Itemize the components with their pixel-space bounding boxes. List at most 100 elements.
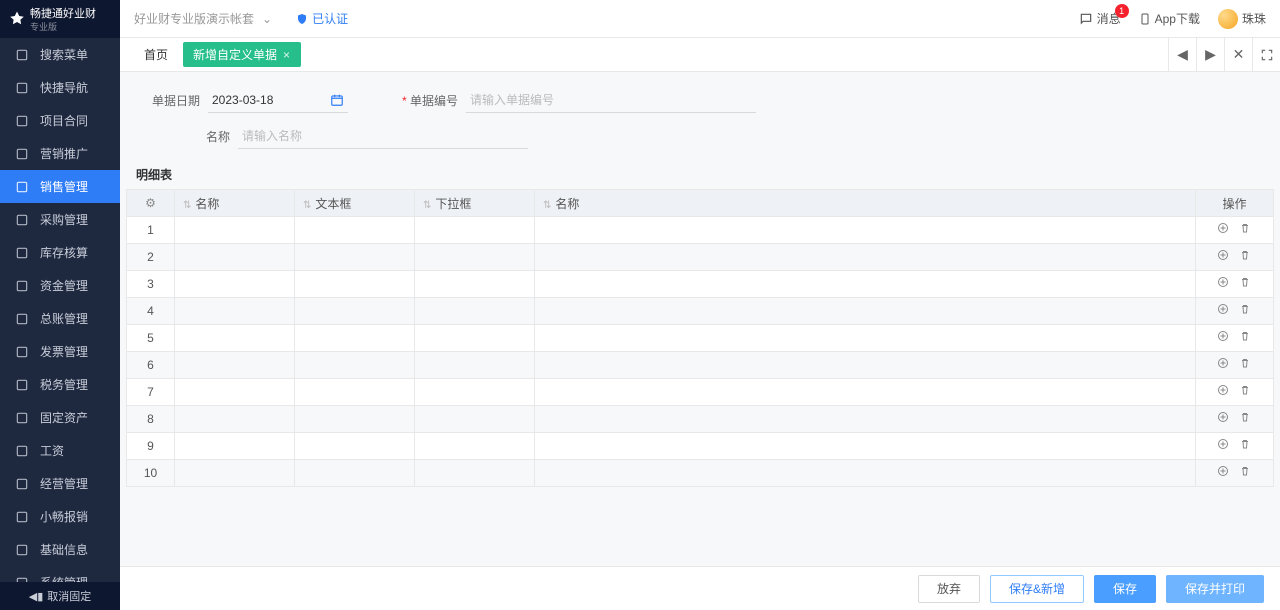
delete-row-icon[interactable] [1239, 357, 1253, 371]
delete-row-icon[interactable] [1239, 411, 1253, 425]
col-name2[interactable]: ⇅名称 [535, 190, 1196, 217]
cell-textbox[interactable] [295, 271, 415, 298]
sidebar-item-16[interactable]: 系统管理 [0, 566, 120, 582]
cell-dropdown[interactable] [415, 217, 535, 244]
cell-dropdown[interactable] [415, 298, 535, 325]
sidebar-item-6[interactable]: 库存核算 [0, 236, 120, 269]
name-input[interactable] [238, 123, 528, 149]
cell-dropdown[interactable] [415, 406, 535, 433]
delete-row-icon[interactable] [1239, 465, 1253, 479]
save-button[interactable]: 保存 [1094, 575, 1156, 603]
sidebar-item-5[interactable]: 采购管理 [0, 203, 120, 236]
cell-name2[interactable] [535, 433, 1196, 460]
sidebar-toggle-pin[interactable]: ◀▮ 取消固定 [0, 582, 120, 610]
table-row[interactable]: 4 [127, 298, 1274, 325]
add-row-icon[interactable] [1217, 330, 1231, 344]
save-and-new-button[interactable]: 保存&新增 [990, 575, 1084, 603]
cell-name2[interactable] [535, 352, 1196, 379]
add-row-icon[interactable] [1217, 276, 1231, 290]
cell-name2[interactable] [535, 217, 1196, 244]
add-row-icon[interactable] [1217, 384, 1231, 398]
user-menu[interactable]: 珠珠 [1218, 9, 1266, 29]
cell-name1[interactable] [175, 217, 295, 244]
table-row[interactable]: 7 [127, 379, 1274, 406]
add-row-icon[interactable] [1217, 249, 1231, 263]
cell-name2[interactable] [535, 406, 1196, 433]
sidebar-item-14[interactable]: 小畅报销 [0, 500, 120, 533]
delete-row-icon[interactable] [1239, 249, 1253, 263]
cell-textbox[interactable] [295, 352, 415, 379]
cell-dropdown[interactable] [415, 352, 535, 379]
cell-textbox[interactable] [295, 406, 415, 433]
add-row-icon[interactable] [1217, 303, 1231, 317]
date-input[interactable]: 2023-03-18 [208, 87, 348, 113]
sidebar-item-15[interactable]: 基础信息 [0, 533, 120, 566]
cell-dropdown[interactable] [415, 244, 535, 271]
col-textbox[interactable]: ⇅文本框 [295, 190, 415, 217]
add-row-icon[interactable] [1217, 465, 1231, 479]
tab-next-button[interactable]: ▶ [1196, 38, 1224, 72]
tab-close-all-button[interactable]: ✕ [1224, 38, 1252, 72]
cell-name1[interactable] [175, 460, 295, 487]
cell-name2[interactable] [535, 271, 1196, 298]
no-input[interactable] [466, 87, 756, 113]
cell-dropdown[interactable] [415, 460, 535, 487]
cell-name1[interactable] [175, 433, 295, 460]
sidebar-item-2[interactable]: 项目合同 [0, 104, 120, 137]
table-row[interactable]: 2 [127, 244, 1274, 271]
cell-textbox[interactable] [295, 325, 415, 352]
delete-row-icon[interactable] [1239, 276, 1253, 290]
table-row[interactable]: 6 [127, 352, 1274, 379]
cell-name2[interactable] [535, 298, 1196, 325]
cell-textbox[interactable] [295, 217, 415, 244]
sidebar-item-0[interactable]: 搜索菜单 [0, 38, 120, 71]
cell-name1[interactable] [175, 406, 295, 433]
table-row[interactable]: 8 [127, 406, 1274, 433]
cell-textbox[interactable] [295, 433, 415, 460]
col-name1[interactable]: ⇅名称 [175, 190, 295, 217]
app-download-button[interactable]: App下载 [1139, 10, 1200, 27]
sidebar-item-9[interactable]: 发票管理 [0, 335, 120, 368]
cell-textbox[interactable] [295, 244, 415, 271]
tab-prev-button[interactable]: ◀ [1168, 38, 1196, 72]
cell-name1[interactable] [175, 244, 295, 271]
delete-row-icon[interactable] [1239, 330, 1253, 344]
sidebar-item-3[interactable]: 营销推广 [0, 137, 120, 170]
sidebar-item-4[interactable]: 销售管理 [0, 170, 120, 203]
tab-home[interactable]: 首页 [130, 38, 183, 71]
add-row-icon[interactable] [1217, 438, 1231, 452]
add-row-icon[interactable] [1217, 411, 1231, 425]
add-row-icon[interactable] [1217, 222, 1231, 236]
sidebar-item-13[interactable]: 经营管理 [0, 467, 120, 500]
table-row[interactable]: 5 [127, 325, 1274, 352]
cell-dropdown[interactable] [415, 433, 535, 460]
cell-name1[interactable] [175, 298, 295, 325]
cell-name2[interactable] [535, 460, 1196, 487]
table-row[interactable]: 1 [127, 217, 1274, 244]
cell-name1[interactable] [175, 325, 295, 352]
cell-dropdown[interactable] [415, 379, 535, 406]
cell-textbox[interactable] [295, 298, 415, 325]
cell-name1[interactable] [175, 271, 295, 298]
fullscreen-button[interactable] [1252, 38, 1280, 72]
sidebar-item-1[interactable]: 快捷导航 [0, 71, 120, 104]
close-icon[interactable]: × [283, 48, 290, 62]
sidebar-item-7[interactable]: 资金管理 [0, 269, 120, 302]
cell-name1[interactable] [175, 352, 295, 379]
sidebar-item-12[interactable]: 工资 [0, 434, 120, 467]
cell-dropdown[interactable] [415, 271, 535, 298]
tab-new-form[interactable]: 新增自定义单据 × [183, 42, 301, 67]
delete-row-icon[interactable] [1239, 384, 1253, 398]
table-row[interactable]: 10 [127, 460, 1274, 487]
table-row[interactable]: 9 [127, 433, 1274, 460]
save-and-print-button[interactable]: 保存并打印 [1166, 575, 1264, 603]
cell-textbox[interactable] [295, 460, 415, 487]
col-dropdown[interactable]: ⇅下拉框 [415, 190, 535, 217]
delete-row-icon[interactable] [1239, 438, 1253, 452]
delete-row-icon[interactable] [1239, 303, 1253, 317]
cell-dropdown[interactable] [415, 325, 535, 352]
cell-textbox[interactable] [295, 379, 415, 406]
account-selector[interactable]: 好业财专业版演示帐套 ⌄ [134, 10, 272, 27]
sidebar-item-11[interactable]: 固定资产 [0, 401, 120, 434]
cell-name2[interactable] [535, 325, 1196, 352]
